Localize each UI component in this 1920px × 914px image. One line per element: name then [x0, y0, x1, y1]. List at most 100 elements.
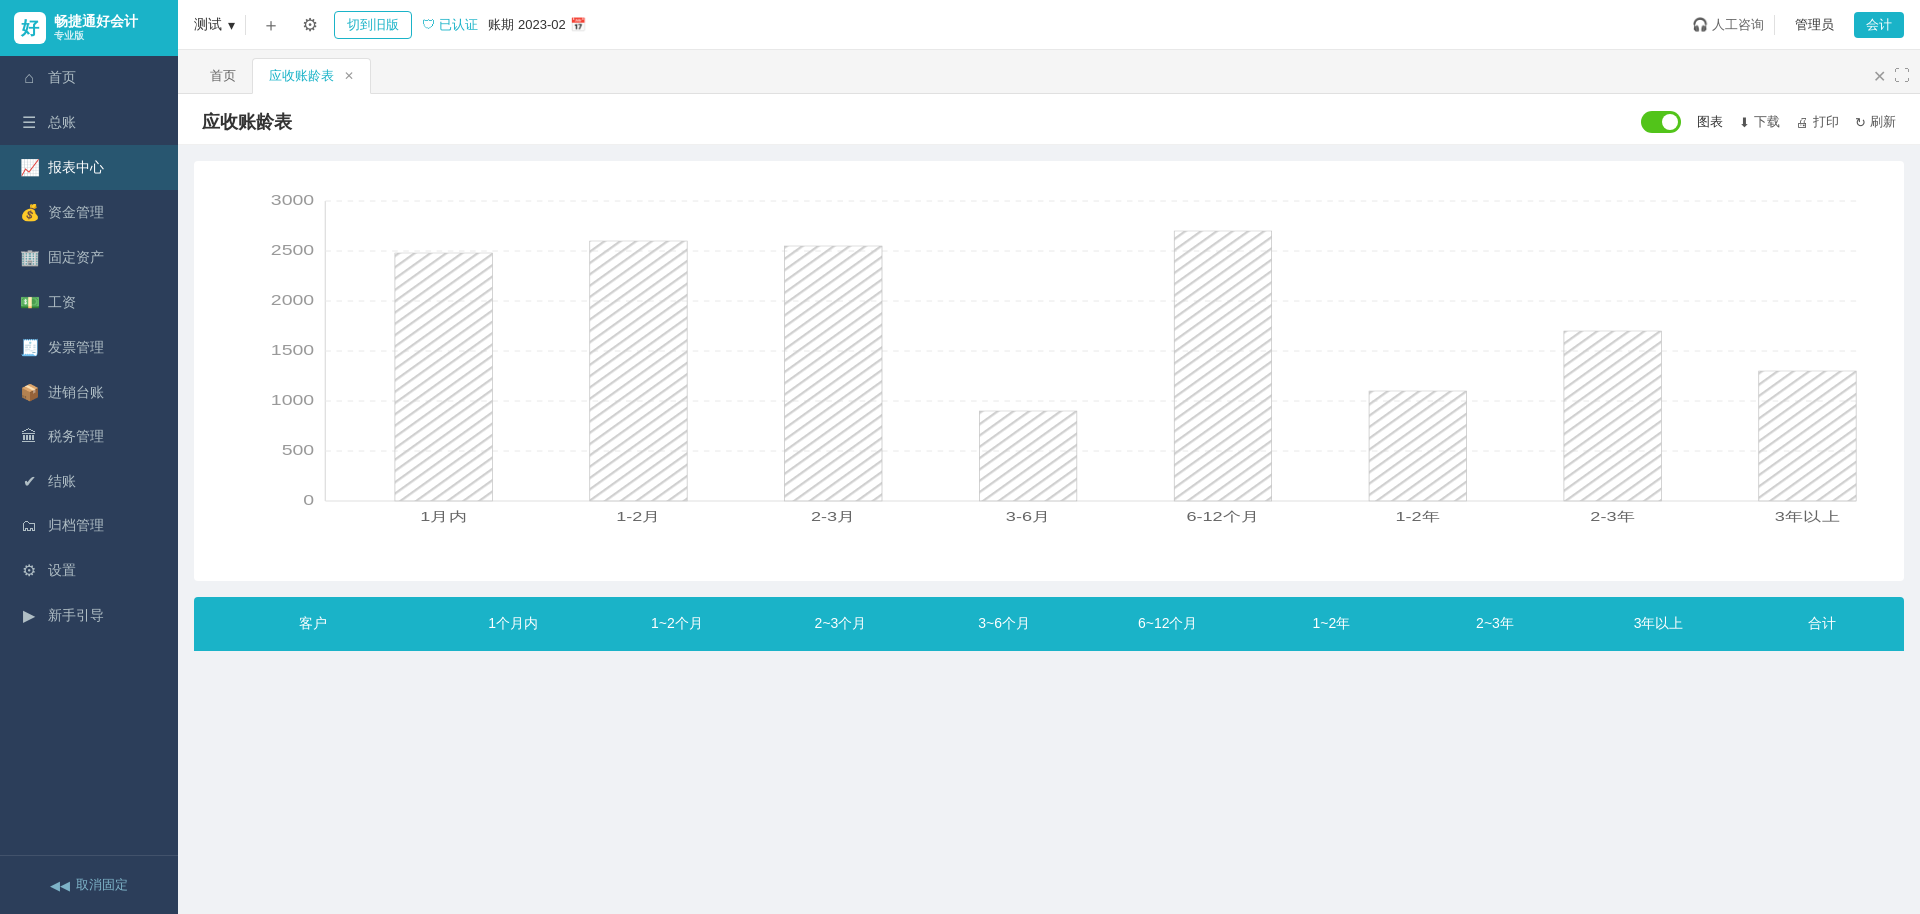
- shield-icon: 🛡: [422, 17, 435, 32]
- table-header: 客户 1个月内 1~2个月 2~3个月 3~6个月 6~12个月 1~2年 2~…: [194, 597, 1904, 651]
- period-display: 账期 2023-02 📅: [488, 16, 586, 34]
- print-button[interactable]: 🖨 打印: [1796, 113, 1839, 131]
- tabbar-controls: ✕ ⛶: [1873, 67, 1910, 86]
- project-selector[interactable]: 测试 ▾: [194, 16, 235, 34]
- svg-text:2-3年: 2-3年: [1590, 509, 1635, 523]
- th-3-6month: 3~6个月: [922, 597, 1086, 651]
- pin-icon: ◀◀: [50, 878, 70, 893]
- topbar: 测试 ▾ ＋ ⚙ 切到旧版 🛡 已认证 账期 2023-02 📅 🎧 人工咨询 …: [178, 0, 1920, 50]
- sidebar-item-label-guide: 新手引导: [48, 607, 104, 625]
- chart-toggle[interactable]: [1641, 111, 1681, 133]
- settings-button[interactable]: ⚙: [296, 10, 324, 40]
- sidebar-item-home[interactable]: ⌂ 首页: [0, 56, 178, 100]
- sidebar-item-tax[interactable]: 🏛 税务管理: [0, 415, 178, 459]
- salary-icon: 💵: [20, 293, 38, 312]
- help-button[interactable]: 🎧 人工咨询: [1692, 16, 1764, 34]
- role-label[interactable]: 会计: [1854, 12, 1904, 38]
- svg-text:1-2年: 1-2年: [1396, 509, 1441, 523]
- certified-label: 已认证: [439, 16, 478, 34]
- main-area: 测试 ▾ ＋ ⚙ 切到旧版 🛡 已认证 账期 2023-02 📅 🎧 人工咨询 …: [178, 0, 1920, 914]
- sidebar-item-label-salary: 工资: [48, 294, 76, 312]
- app-edition: 专业版: [54, 29, 138, 43]
- period-label: 账期: [488, 16, 514, 34]
- project-name: 测试: [194, 16, 222, 34]
- sidebar-item-reports[interactable]: 📈 报表中心: [0, 145, 178, 190]
- tab-home-label: 首页: [210, 68, 236, 83]
- chart-toggle-label: 图表: [1697, 113, 1723, 131]
- close-all-button[interactable]: ✕: [1873, 67, 1886, 86]
- logo-text: 畅捷通好会计 专业版: [54, 13, 138, 44]
- download-icon: ⬇: [1739, 115, 1750, 130]
- svg-text:6-12个月: 6-12个月: [1186, 509, 1259, 523]
- settings-icon: ⚙: [20, 561, 38, 580]
- svg-rect-30: [1759, 371, 1856, 501]
- svg-text:1月内: 1月内: [420, 509, 467, 523]
- th-customer: 客户: [194, 597, 431, 651]
- ledger-icon: ☰: [20, 113, 38, 132]
- sidebar-item-label-assets: 固定资产: [48, 249, 104, 267]
- help-label: 人工咨询: [1712, 16, 1764, 34]
- refresh-label: 刷新: [1870, 113, 1896, 131]
- sidebar-item-ledger[interactable]: ☰ 总账: [0, 100, 178, 145]
- sidebar-item-salary[interactable]: 💵 工资: [0, 280, 178, 325]
- svg-text:1500: 1500: [271, 343, 314, 359]
- topbar-divider-1: [245, 15, 246, 35]
- th-2-3year: 2~3年: [1413, 597, 1577, 651]
- sidebar-item-label-inventory: 进销台账: [48, 384, 104, 402]
- sidebar-item-label-tax: 税务管理: [48, 428, 104, 446]
- sidebar-footer: ◀◀ 取消固定: [0, 855, 178, 914]
- reports-icon: 📈: [20, 158, 38, 177]
- calendar-icon[interactable]: 📅: [570, 17, 586, 32]
- logo-icon: 好: [14, 12, 46, 44]
- sidebar-item-assets[interactable]: 🏢 固定资产: [0, 235, 178, 280]
- sidebar-item-inventory[interactable]: 📦 进销台账: [0, 370, 178, 415]
- chart-container: 0 500 1000 1500 2000 2500 3000 1: [214, 181, 1884, 561]
- home-icon: ⌂: [20, 69, 38, 87]
- download-label: 下载: [1754, 113, 1780, 131]
- sidebar-item-label-archive: 归档管理: [48, 517, 104, 535]
- print-label: 打印: [1813, 113, 1839, 131]
- sidebar-item-label-settings: 设置: [48, 562, 76, 580]
- refresh-button[interactable]: ↻ 刷新: [1855, 113, 1896, 131]
- sidebar-item-archive[interactable]: 🗂 归档管理: [0, 504, 178, 548]
- svg-text:2000: 2000: [271, 293, 314, 309]
- svg-text:3年以上: 3年以上: [1775, 509, 1840, 523]
- pin-label: 取消固定: [76, 876, 128, 894]
- svg-text:3000: 3000: [271, 193, 314, 209]
- sidebar-item-guide[interactable]: ▶ 新手引导: [0, 593, 178, 638]
- tab-close-icon[interactable]: ✕: [344, 69, 354, 83]
- sidebar-item-label-settle: 结账: [48, 473, 76, 491]
- certified-badge: 🛡 已认证: [422, 16, 478, 34]
- tab-home[interactable]: 首页: [194, 59, 252, 93]
- app-logo: 好 畅捷通好会计 专业版: [0, 0, 178, 56]
- topbar-divider-2: [1774, 15, 1775, 35]
- th-1month: 1个月内: [431, 597, 595, 651]
- svg-text:1-2月: 1-2月: [616, 509, 661, 523]
- expand-button[interactable]: ⛶: [1894, 67, 1910, 86]
- add-button[interactable]: ＋: [256, 9, 286, 41]
- bar-chart: 0 500 1000 1500 2000 2500 3000 1: [214, 181, 1884, 561]
- sidebar-item-label-home: 首页: [48, 69, 76, 87]
- sidebar-item-invoice[interactable]: 🧾 发票管理: [0, 325, 178, 370]
- switch-version-button[interactable]: 切到旧版: [334, 11, 412, 39]
- sidebar-item-settings[interactable]: ⚙ 设置: [0, 548, 178, 593]
- svg-rect-20: [785, 246, 882, 501]
- download-button[interactable]: ⬇ 下载: [1739, 113, 1780, 131]
- th-6-12month: 6~12个月: [1086, 597, 1250, 651]
- th-total: 合计: [1740, 597, 1904, 651]
- svg-text:2500: 2500: [271, 243, 314, 259]
- tabbar: 首页 应收账龄表 ✕ ✕ ⛶: [178, 50, 1920, 94]
- pin-button[interactable]: ◀◀ 取消固定: [0, 866, 178, 904]
- sidebar-item-funds[interactable]: 💰 资金管理: [0, 190, 178, 235]
- settle-icon: ✔: [20, 472, 38, 491]
- svg-text:1000: 1000: [271, 393, 314, 409]
- headset-icon: 🎧: [1692, 17, 1708, 32]
- period-value: 2023-02: [518, 17, 566, 32]
- sidebar: 好 畅捷通好会计 专业版 ⌂ 首页 ☰ 总账 📈 报表中心 💰 资金管理 🏢 固…: [0, 0, 178, 914]
- tab-aging-report[interactable]: 应收账龄表 ✕: [252, 58, 371, 94]
- svg-text:500: 500: [282, 443, 314, 459]
- sidebar-nav: ⌂ 首页 ☰ 总账 📈 报表中心 💰 资金管理 🏢 固定资产 💵 工资 🧾 发票…: [0, 56, 178, 855]
- user-label[interactable]: 管理员: [1785, 12, 1844, 38]
- tab-aging-label: 应收账龄表: [269, 68, 334, 83]
- sidebar-item-settle[interactable]: ✔ 结账: [0, 459, 178, 504]
